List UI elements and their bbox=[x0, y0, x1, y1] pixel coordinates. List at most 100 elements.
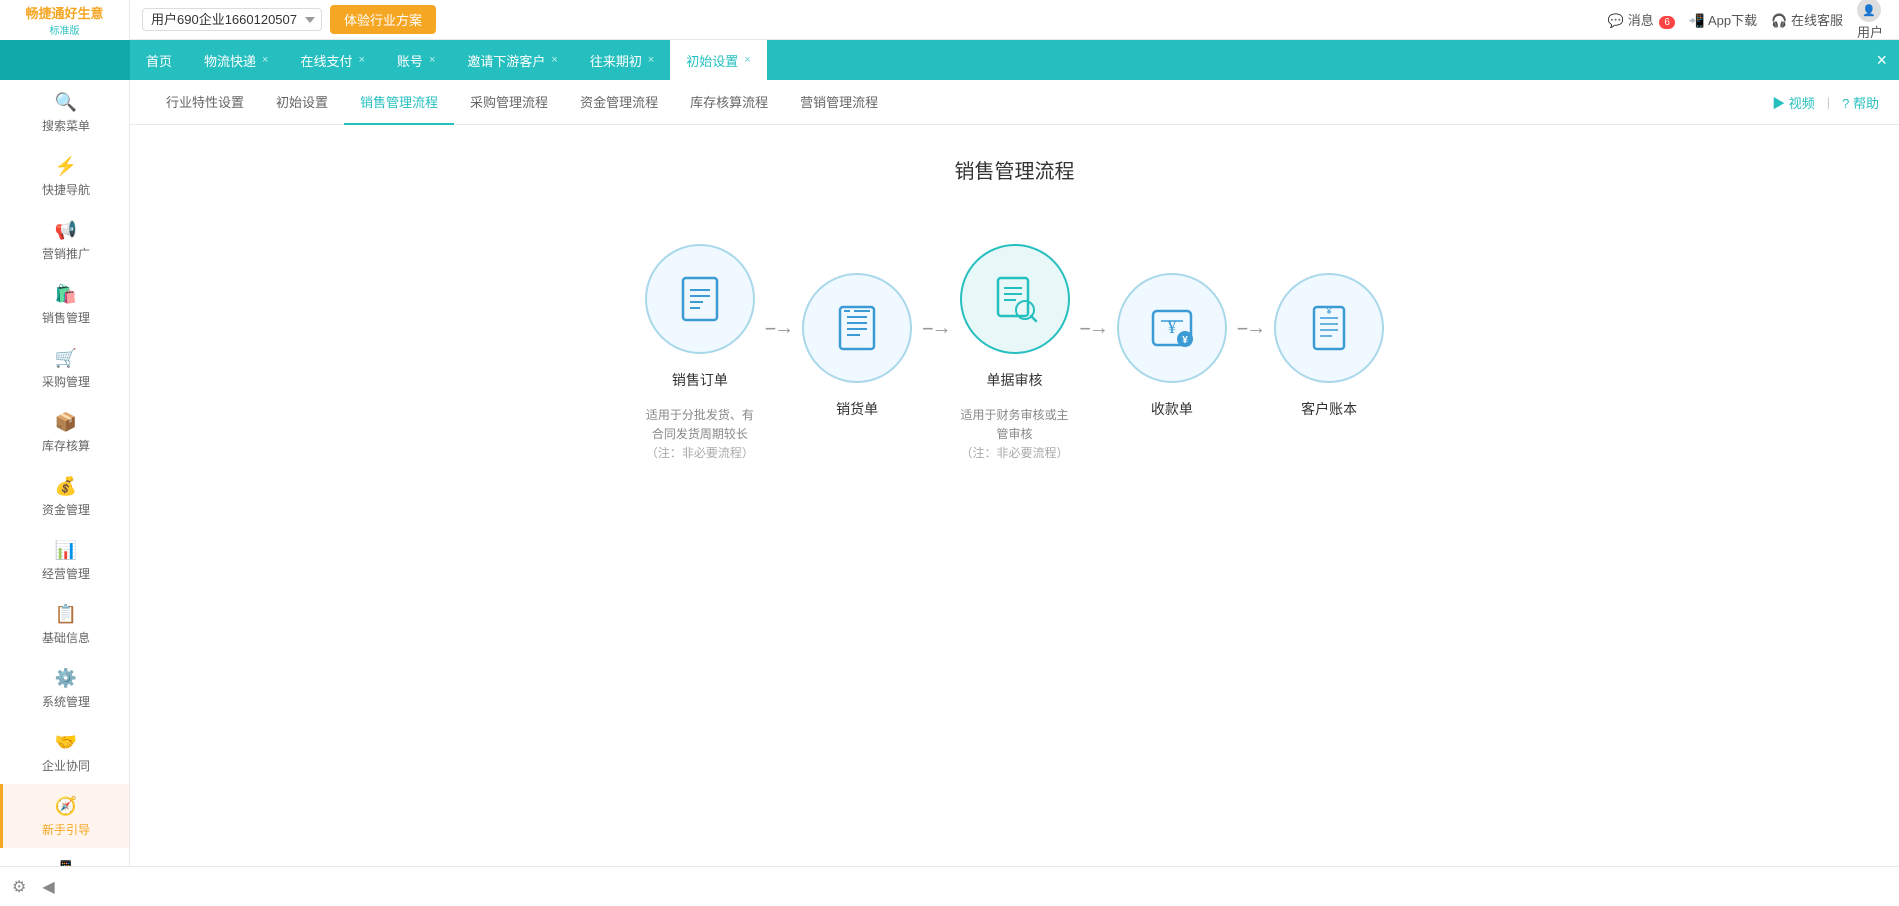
message-badge: 6 bbox=[1659, 16, 1675, 29]
system-icon: ⚙️ bbox=[55, 668, 77, 689]
step-desc-review: 适用于财务审核或主管审核 （注：非必要流程） bbox=[960, 406, 1070, 464]
enterprise-icon: 🤝 bbox=[55, 732, 77, 753]
app-logo: 畅捷通好生意 标准版 bbox=[0, 0, 130, 40]
arrow-4: --→ bbox=[1237, 317, 1264, 390]
sidebar-item-operations[interactable]: 📊 经营管理 bbox=[0, 528, 129, 592]
operations-icon: 📊 bbox=[55, 540, 77, 561]
flow-step-review: 单据审核 适用于财务审核或主管审核 （注：非必要流程） bbox=[960, 244, 1070, 464]
content-area: 行业特性设置 初始设置 销售管理流程 采购管理流程 资金管理流程 库存核算流程 … bbox=[130, 80, 1899, 866]
nav-tab-logistics[interactable]: 物流快递 × bbox=[188, 40, 284, 80]
message-label: 消息 bbox=[1628, 13, 1654, 28]
marketing-icon: 📢 bbox=[55, 220, 77, 241]
settings-button[interactable]: ⚙ bbox=[12, 877, 26, 897]
svg-text:¥: ¥ bbox=[1326, 306, 1333, 316]
sidebar-item-finance[interactable]: 💰 资金管理 bbox=[0, 464, 129, 528]
online-service-label: 在线客服 bbox=[1791, 13, 1843, 28]
quicknav-icon: ⚡ bbox=[55, 156, 77, 177]
page-title: 销售管理流程 bbox=[150, 155, 1879, 184]
flow-circle-review[interactable] bbox=[960, 244, 1070, 354]
close-icon[interactable]: × bbox=[744, 54, 750, 66]
experience-button[interactable]: 体验行业方案 bbox=[330, 5, 436, 34]
flow-step-delivery: 销货单 bbox=[802, 273, 912, 435]
nav-tab-init[interactable]: 初始设置 × bbox=[670, 40, 766, 80]
sidebar-label-enterprise: 企业协同 bbox=[42, 757, 90, 774]
nav-close-button[interactable]: × bbox=[1864, 40, 1899, 80]
sub-tab-purchase-flow[interactable]: 采购管理流程 bbox=[454, 80, 564, 125]
header-right: 💬 消息 6 📲 App下载 🎧 在线客服 👤 用户 bbox=[1608, 0, 1899, 41]
header-row: 畅捷通好生意 标准版 用户690企业1660120507 体验行业方案 💬 消息… bbox=[0, 0, 1899, 40]
arrow-1: --→ bbox=[765, 317, 792, 390]
svg-text:¥: ¥ bbox=[1167, 317, 1176, 337]
close-icon[interactable]: × bbox=[551, 54, 557, 66]
sidebar-label-operations: 经营管理 bbox=[42, 565, 90, 582]
svg-text:¥: ¥ bbox=[1182, 335, 1188, 346]
download-icon: 📲 bbox=[1689, 13, 1705, 28]
nav-tab-invite[interactable]: 邀请下游客户 × bbox=[451, 40, 573, 80]
flow-step-receipt: ¥ ¥ 收款单 bbox=[1117, 273, 1227, 435]
flow-circle-receipt[interactable]: ¥ ¥ bbox=[1117, 273, 1227, 383]
sidebar-item-marketing[interactable]: 📢 营销推广 bbox=[0, 208, 129, 272]
step-name-sales-order: 销售订单 bbox=[672, 370, 728, 390]
collapse-button[interactable]: ◀ bbox=[42, 877, 54, 897]
bottom-bar: ⚙ ◀ bbox=[0, 866, 1899, 906]
online-service-button[interactable]: 🎧 在线客服 bbox=[1771, 10, 1843, 29]
sidebar-label-marketing: 营销推广 bbox=[42, 245, 90, 262]
sidebar-item-guide[interactable]: 🧭 新手引导 bbox=[0, 784, 129, 848]
step-name-account: 客户账本 bbox=[1301, 399, 1357, 419]
flow-diagram: 销售订单 适用于分批发货、有合同发货周期较长 （注：非必要流程） --→ bbox=[150, 244, 1879, 464]
sidebar-item-purchase[interactable]: 🛒 采购管理 bbox=[0, 336, 129, 400]
sidebar-label-purchase: 采购管理 bbox=[42, 373, 90, 390]
avatar: 👤 bbox=[1857, 0, 1881, 22]
sidebar-item-system[interactable]: ⚙️ 系统管理 bbox=[0, 656, 129, 720]
nav-row: 首页 物流快递 × 在线支付 × 账号 × 邀请下游客户 × 往来期初 × 初始… bbox=[0, 40, 1899, 80]
help-link[interactable]: ? 帮助 bbox=[1842, 93, 1879, 112]
app-download-label: App下载 bbox=[1708, 13, 1757, 28]
nav-tab-account[interactable]: 账号 × bbox=[381, 40, 451, 80]
flow-circle-account[interactable]: ¥ bbox=[1274, 273, 1384, 383]
sidebar-item-inventory[interactable]: 📦 库存核算 bbox=[0, 400, 129, 464]
header-controls: 用户690企业1660120507 体验行业方案 bbox=[130, 5, 1608, 34]
nav-tab-period[interactable]: 往来期初 × bbox=[574, 40, 670, 80]
help-icon: ? bbox=[1842, 96, 1849, 111]
sub-tab-inventory-flow[interactable]: 库存核算流程 bbox=[674, 80, 784, 125]
purchase-icon: 🛒 bbox=[55, 348, 77, 369]
close-icon[interactable]: × bbox=[648, 54, 654, 66]
inventory-icon: 📦 bbox=[55, 412, 77, 433]
user-avatar-button[interactable]: 👤 用户 bbox=[1857, 0, 1883, 41]
sidebar-item-search[interactable]: 🔍 搜索菜单 bbox=[0, 80, 129, 144]
sub-tab-finance-flow[interactable]: 资金管理流程 bbox=[564, 80, 674, 125]
step-name-delivery: 销货单 bbox=[836, 399, 878, 419]
sidebar-label-quicknav: 快捷导航 bbox=[42, 181, 90, 198]
flow-circle-sales-order[interactable] bbox=[645, 244, 755, 354]
sidebar-item-quicknav[interactable]: ⚡ 快捷导航 bbox=[0, 144, 129, 208]
message-button[interactable]: 💬 消息 6 bbox=[1608, 10, 1675, 29]
sub-tabs: 行业特性设置 初始设置 销售管理流程 采购管理流程 资金管理流程 库存核算流程 … bbox=[130, 80, 1899, 125]
sub-tab-industry[interactable]: 行业特性设置 bbox=[150, 80, 260, 125]
video-link[interactable]: ▶ 视频 bbox=[1772, 93, 1815, 112]
nav-tab-payment[interactable]: 在线支付 × bbox=[284, 40, 380, 80]
sidebar-item-appstore[interactable]: 📱 应用中心 bbox=[0, 848, 129, 866]
close-icon[interactable]: × bbox=[429, 54, 435, 66]
sidebar-item-basic[interactable]: 📋 基础信息 bbox=[0, 592, 129, 656]
flow-step-sales-order: 销售订单 适用于分批发货、有合同发货周期较长 （注：非必要流程） bbox=[645, 244, 755, 464]
search-icon: 🔍 bbox=[55, 92, 77, 113]
close-icon[interactable]: × bbox=[358, 54, 364, 66]
sidebar-label-finance: 资金管理 bbox=[42, 501, 90, 518]
sub-tab-marketing-flow[interactable]: 营销管理流程 bbox=[784, 80, 894, 125]
flow-circle-delivery[interactable] bbox=[802, 273, 912, 383]
user-select[interactable]: 用户690企业1660120507 bbox=[142, 8, 322, 31]
app-download-button[interactable]: 📲 App下载 bbox=[1689, 10, 1757, 29]
sidebar-label-system: 系统管理 bbox=[42, 693, 90, 710]
sidebar-item-sales[interactable]: 🛍️ 销售管理 bbox=[0, 272, 129, 336]
close-icon[interactable]: × bbox=[262, 54, 268, 66]
main-layout: 🔍 搜索菜单 ⚡ 快捷导航 📢 营销推广 🛍️ 销售管理 🛒 采购管理 📦 bbox=[0, 80, 1899, 866]
page-content: 销售管理流程 bbox=[130, 125, 1899, 866]
sub-tab-sales-flow[interactable]: 销售管理流程 bbox=[344, 80, 454, 125]
sidebar-item-enterprise[interactable]: 🤝 企业协同 bbox=[0, 720, 129, 784]
nav-spacer bbox=[0, 40, 130, 80]
sub-tab-init[interactable]: 初始设置 bbox=[260, 80, 344, 125]
video-icon: ▶ bbox=[1772, 96, 1785, 111]
step-desc-sales-order: 适用于分批发货、有合同发货周期较长 （注：非必要流程） bbox=[645, 406, 755, 464]
nav-tab-home[interactable]: 首页 bbox=[130, 40, 188, 80]
sidebar-label-basic: 基础信息 bbox=[42, 629, 90, 646]
